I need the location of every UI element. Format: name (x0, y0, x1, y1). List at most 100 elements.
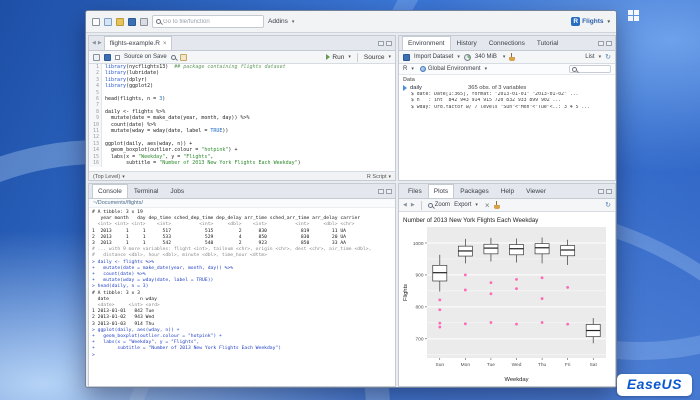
chevron-down-icon (122, 174, 125, 180)
source-button[interactable]: Source (364, 54, 391, 61)
pane-tab-viewer[interactable]: Viewer (520, 184, 552, 198)
svg-text:Thu: Thu (538, 362, 547, 368)
open-in-new-window-icon[interactable] (93, 53, 100, 61)
refresh-plot-icon[interactable] (605, 201, 611, 209)
open-file-icon[interactable] (116, 17, 124, 26)
svg-text:Wed: Wed (512, 362, 522, 368)
environment-body: Data daily 365 obs. of 3 variables $ dat… (399, 75, 615, 112)
pane-tab-files[interactable]: Files (402, 184, 428, 198)
source-on-save-checkbox[interactable] (115, 54, 120, 60)
console-pane: Console Terminal Jobs ~/Documents/flights/… (88, 183, 396, 387)
desktop: Addins R Flights flights-example.R (0, 0, 700, 400)
minimize-pane-icon[interactable] (598, 40, 604, 46)
svg-text:Mon: Mon (461, 362, 471, 368)
code-editor[interactable]: 1 library(nycflights13) ## package contai… (89, 64, 395, 171)
language-dropdown[interactable]: R (403, 66, 414, 72)
code-line: 16 subtitle = "Number of 2013 New York F… (89, 160, 395, 167)
console-tab-terminal[interactable]: Terminal (128, 184, 165, 198)
clear-workspace-icon[interactable] (509, 53, 516, 61)
maximize-pane-icon[interactable] (386, 40, 392, 46)
project-menu[interactable]: R Flights (571, 17, 610, 26)
back-icon[interactable] (92, 40, 96, 46)
minimize-pane-icon[interactable] (598, 188, 604, 194)
code-tools-icon[interactable] (179, 53, 187, 61)
console-output[interactable]: # A tibble: 3 x 19 year month day dep_ti… (89, 208, 395, 361)
chevron-down-icon (348, 54, 351, 60)
svg-text:700: 700 (415, 337, 423, 343)
memory-usage-icon[interactable] (463, 53, 471, 61)
view-mode-dropdown[interactable]: List (585, 54, 601, 60)
close-tab-icon[interactable] (163, 41, 167, 47)
maximize-pane-icon[interactable] (606, 40, 612, 46)
environment-tab-connections[interactable]: Connections (483, 36, 531, 50)
file-type-indicator[interactable]: R Script (367, 174, 391, 180)
expand-icon[interactable] (403, 85, 407, 91)
forward-icon[interactable] (98, 40, 102, 46)
console-tabbar: Console Terminal Jobs (89, 184, 395, 199)
environment-object-daily[interactable]: daily 365 obs. of 3 variables (399, 84, 615, 92)
memory-usage-label: 340 MiB (474, 54, 497, 60)
next-plot-icon[interactable] (411, 202, 415, 208)
maximize-pane-icon[interactable] (606, 188, 612, 194)
environment-toolbar: Import Dataset 340 MiB List (399, 51, 615, 64)
svg-text:Tue: Tue (487, 362, 495, 368)
search-icon (156, 19, 161, 24)
console-tab-jobs[interactable]: Jobs (164, 184, 190, 198)
chevron-down-icon (388, 54, 391, 60)
environment-section-label: Data (403, 77, 415, 83)
pane-tab-plots[interactable]: Plots (427, 184, 455, 198)
source-statusbar: (Top Level) R Script (89, 171, 395, 180)
environment-field: $ wday: Ord.factor w/ 7 levels "Sun"<"Mo… (411, 104, 591, 110)
source-pane: flights-example.R Source on Save Run (88, 35, 396, 181)
run-button[interactable]: Run (326, 54, 350, 61)
save-file-icon[interactable] (104, 53, 111, 61)
minimize-pane-icon[interactable] (378, 40, 384, 46)
svg-text:Fri: Fri (565, 362, 571, 368)
search-icon (572, 66, 577, 72)
source-tabbar: flights-example.R (89, 36, 395, 51)
export-button[interactable]: Export (454, 202, 478, 208)
chevron-down-icon (388, 174, 391, 180)
environment-tab-environment[interactable]: Environment (402, 36, 451, 50)
find-replace-icon[interactable] (170, 54, 176, 60)
save-all-icon[interactable] (128, 17, 136, 26)
environment-scope-row: R Global Environment (399, 64, 615, 75)
pane-tab-packages[interactable]: Packages (454, 184, 495, 198)
source-on-save-label: Source on Save (124, 54, 167, 60)
environment-tabbar: Environment History Connections Tutorial (399, 36, 615, 51)
goto-file-input[interactable] (163, 18, 255, 25)
plots-toolbar: Zoom Export (399, 199, 615, 212)
addins-menu[interactable]: Addins (268, 18, 294, 25)
scope-indicator[interactable]: (Top Level) (93, 174, 125, 180)
source-toolbar: Source on Save Run Source (89, 51, 395, 64)
goto-file-search[interactable] (152, 15, 264, 28)
easeus-logo-text: EaseUS (626, 376, 682, 392)
remove-plot-icon[interactable] (485, 201, 490, 210)
chevron-down-icon (411, 66, 414, 72)
chevron-down-icon (607, 19, 610, 25)
save-workspace-icon[interactable] (403, 53, 410, 61)
windows-logo-icon[interactable] (628, 10, 639, 21)
svg-text:1000: 1000 (413, 241, 424, 247)
maximize-pane-icon[interactable] (386, 188, 392, 194)
environment-scope-dropdown[interactable]: Global Environment (419, 66, 487, 72)
new-project-icon[interactable] (104, 17, 112, 26)
print-icon[interactable] (140, 17, 148, 26)
new-file-icon[interactable] (92, 17, 100, 26)
minimize-pane-icon[interactable] (378, 188, 384, 194)
previous-plot-icon[interactable] (403, 202, 407, 208)
r-project-icon: R (571, 17, 581, 26)
tab-flights-example[interactable]: flights-example.R (103, 36, 173, 50)
console-line: > (92, 352, 95, 358)
svg-text:Sat: Sat (590, 362, 598, 368)
refresh-icon[interactable] (605, 53, 611, 61)
environment-tab-tutorial[interactable]: Tutorial (531, 36, 564, 50)
zoom-button[interactable]: Zoom (427, 202, 450, 208)
environment-search[interactable] (569, 65, 611, 73)
rstudio-window: Addins R Flights flights-example.R (85, 10, 617, 388)
clear-all-plots-icon[interactable] (493, 201, 500, 209)
pane-tab-help[interactable]: Help (495, 184, 520, 198)
import-dataset-button[interactable]: Import Dataset (414, 54, 460, 60)
environment-tab-history[interactable]: History (451, 36, 483, 50)
console-tab-console[interactable]: Console (92, 184, 128, 198)
